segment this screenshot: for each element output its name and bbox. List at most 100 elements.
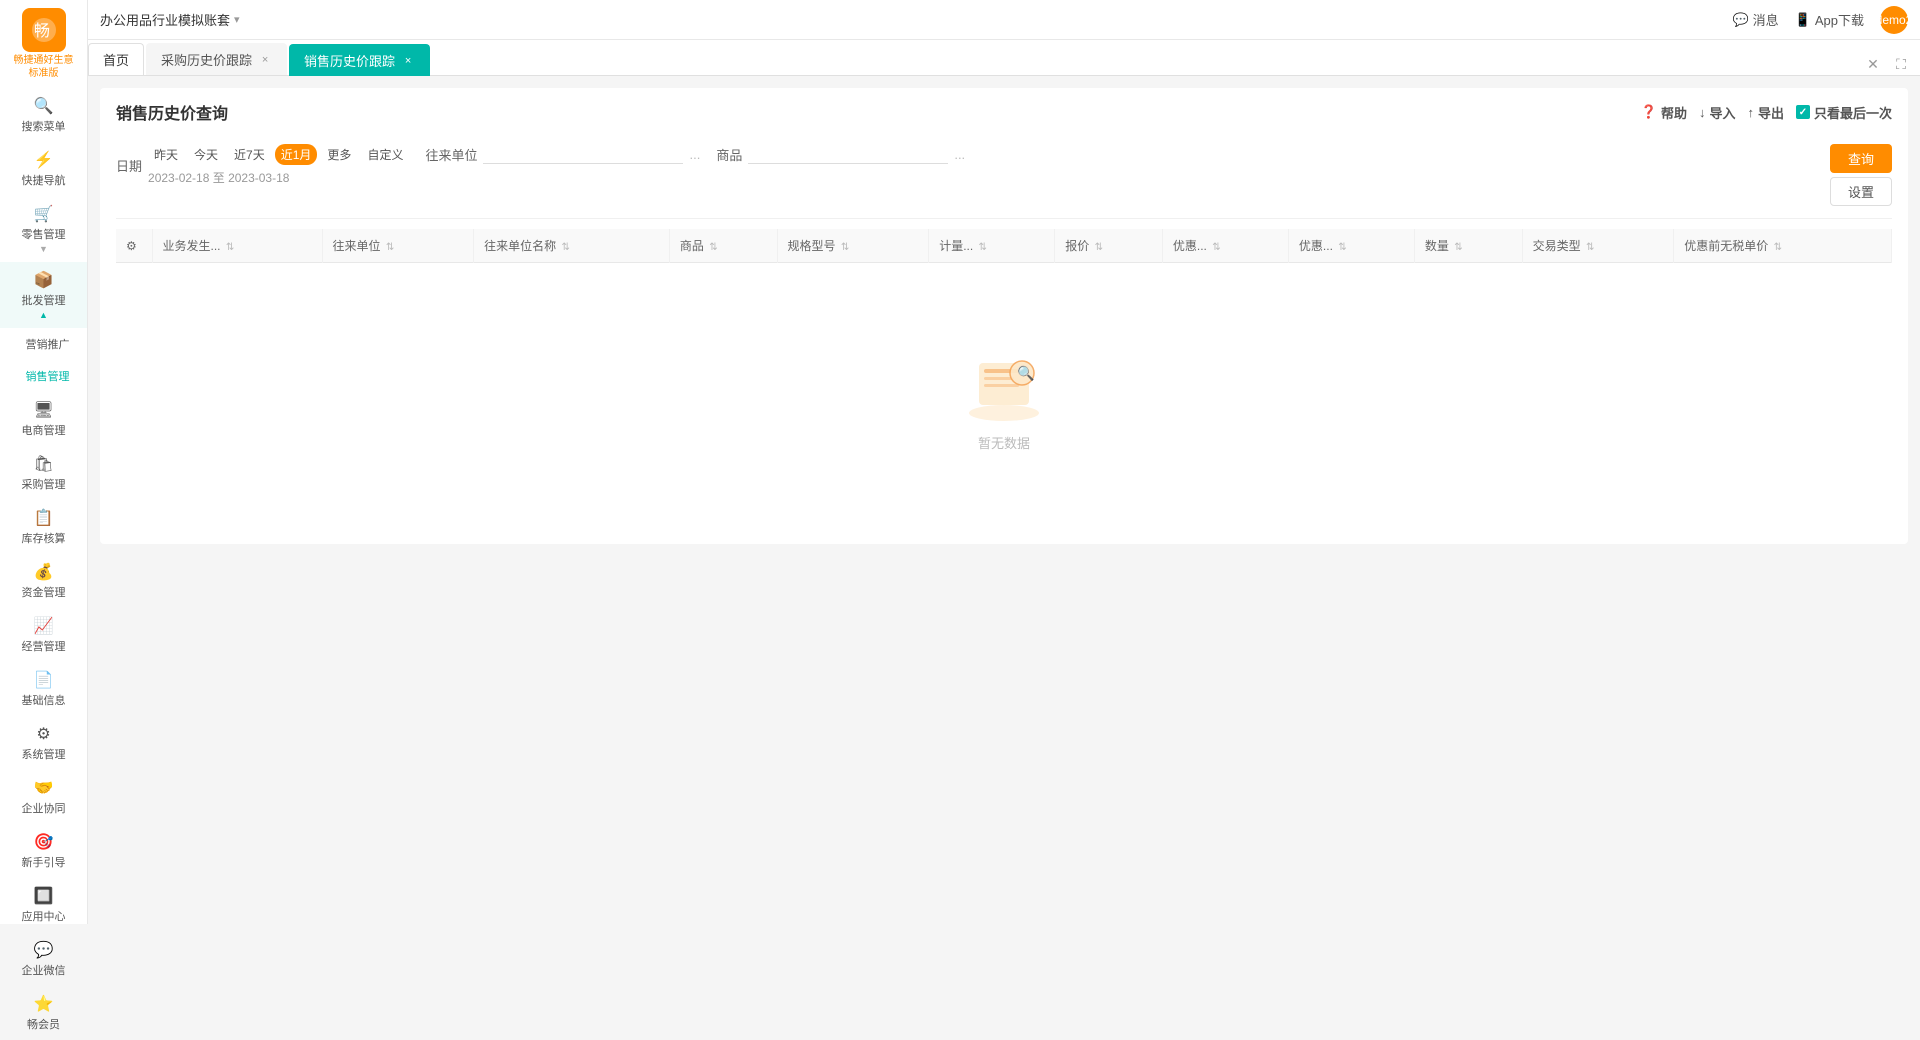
basic-icon: 📄 (34, 670, 54, 690)
col-qty[interactable]: 数量 ⇅ (1414, 229, 1522, 263)
col-discount2[interactable]: 优惠... ⇅ (1288, 229, 1414, 263)
sidebar-item-member[interactable]: ⭐ 畅会员 (0, 986, 87, 1040)
empty-illustration: 🔍 (954, 343, 1054, 423)
app-download-button[interactable]: 📱 App下载 (1795, 10, 1864, 29)
tab-sales-close[interactable]: × (401, 54, 415, 68)
sidebar-item-wholesale[interactable]: 📦 批发管理 ▲ (0, 262, 87, 328)
goods-label: 商品 (716, 145, 742, 164)
help-button[interactable]: ❓ 帮助 (1641, 103, 1687, 122)
export-button[interactable]: ↑ 导出 (1747, 103, 1784, 122)
date-btn-1month[interactable]: 近1月 (275, 144, 318, 165)
import-icon: ↓ (1699, 105, 1706, 120)
close-window-button[interactable]: ✕ (1862, 53, 1884, 75)
tab-home[interactable]: 首页 (88, 43, 144, 75)
sort-icon: ⇅ (1212, 242, 1220, 253)
empty-text: 暂无数据 (978, 433, 1030, 452)
sidebar-item-wechat[interactable]: 💬 企业微信 (0, 932, 87, 986)
sidebar-item-inventory[interactable]: 📋 库存核算 (0, 500, 87, 554)
table-wrapper: ⚙ 业务发生... ⇅ 往来单位 ⇅ 往来单位名称 (116, 229, 1892, 532)
col-unit[interactable]: 计量... ⇅ (929, 229, 1055, 263)
download-icon: 📱 (1795, 12, 1811, 28)
sidebar-item-shortcut[interactable]: ⚡ 快捷导航 (0, 142, 87, 196)
purchase-icon: 🛍 (33, 454, 53, 474)
message-icon: 💬 (1732, 12, 1748, 28)
window-controls: ✕ ⛶ (1854, 53, 1920, 75)
maximize-window-button[interactable]: ⛶ (1890, 53, 1912, 75)
sidebar-item-purchase[interactable]: 🛍 采购管理 (0, 446, 87, 500)
only-last-checkbox[interactable] (1796, 105, 1810, 119)
sort-icon: ⇅ (226, 242, 234, 253)
data-table: ⚙ 业务发生... ⇅ 往来单位 ⇅ 往来单位名称 (116, 229, 1892, 263)
user-avatar[interactable]: demo2 (1880, 6, 1908, 34)
page-title-actions: ❓ 帮助 ↓ 导入 ↑ 导出 只看最后一次 (1641, 103, 1892, 122)
only-last-checkbox-label[interactable]: 只看最后一次 (1796, 103, 1892, 122)
sidebar-item-operations[interactable]: 📈 经营管理 (0, 608, 87, 662)
date-filter-group: 日期 昨天 今天 近7天 近1月 更多 自定义 2023-02-18 至 202… (116, 144, 409, 186)
chevron-up-icon: ▲ (39, 310, 48, 320)
query-button[interactable]: 查询 (1830, 144, 1892, 173)
ecommerce-icon: 🖥 (33, 400, 53, 420)
filter-row: 日期 昨天 今天 近7天 近1月 更多 自定义 2023-02-18 至 202… (116, 136, 1892, 219)
system-icon: ⚙ (36, 724, 50, 744)
finance-icon: 💰 (34, 562, 54, 582)
partner-label: 往来单位 (425, 145, 477, 164)
col-goods[interactable]: 商品 ⇅ (669, 229, 777, 263)
date-btn-more[interactable]: 更多 (321, 144, 357, 165)
date-btn-today[interactable]: 今天 (188, 144, 224, 165)
col-settings-icon[interactable]: ⚙ (126, 239, 137, 253)
page-title-row: 销售历史价查询 ❓ 帮助 ↓ 导入 ↑ 导出 (116, 100, 1892, 124)
col-biz-date[interactable]: 业务发生... ⇅ (152, 229, 322, 263)
sidebar-item-basic[interactable]: 📄 基础信息 (0, 662, 87, 716)
sidebar-item-enterprise[interactable]: 🤝 企业协同 (0, 770, 87, 824)
sidebar-item-retail[interactable]: 🛒 零售管理 ▼ (0, 196, 87, 262)
settings-button[interactable]: 设置 (1830, 177, 1892, 206)
topbar-dropdown-icon[interactable]: ▾ (234, 13, 240, 26)
topbar-actions: 💬 消息 📱 App下载 demo2 (1732, 6, 1908, 34)
logo-icon: 畅 (22, 8, 66, 52)
wholesale-icon: 📦 (34, 270, 54, 290)
tab-purchase-close[interactable]: × (258, 53, 272, 67)
sort-icon: ⇅ (709, 242, 717, 253)
col-discount1[interactable]: 优惠... ⇅ (1162, 229, 1288, 263)
sidebar-item-guide[interactable]: 🎯 新手引导 (0, 824, 87, 878)
col-partner-code[interactable]: 往来单位 ⇅ (322, 229, 474, 263)
partner-dots-button[interactable]: ... (689, 147, 700, 162)
content-area: 销售历史价查询 ❓ 帮助 ↓ 导入 ↑ 导出 (88, 76, 1920, 924)
import-button[interactable]: ↓ 导入 (1699, 103, 1736, 122)
page-card: 销售历史价查询 ❓ 帮助 ↓ 导入 ↑ 导出 (100, 88, 1908, 544)
sidebar-item-marketing[interactable]: 营销推广 (0, 328, 87, 360)
shortcut-icon: ⚡ (34, 150, 54, 170)
sidebar-item-finance[interactable]: 💰 资金管理 (0, 554, 87, 608)
sort-icon: ⇅ (1454, 242, 1462, 253)
date-btn-yesterday[interactable]: 昨天 (148, 144, 184, 165)
help-icon: ❓ (1641, 104, 1657, 120)
col-price[interactable]: 报价 ⇅ (1055, 229, 1163, 263)
logo[interactable]: 畅 畅捷通好生意 标准版 (0, 0, 87, 88)
goods-dots-button[interactable]: ... (954, 147, 965, 162)
sort-icon: ⇅ (386, 242, 394, 253)
date-buttons: 昨天 今天 近7天 近1月 更多 自定义 (148, 144, 409, 165)
col-pretax-price[interactable]: 优惠前无税单价 ⇅ (1674, 229, 1892, 263)
topbar: 办公用品行业模拟账套 ▾ 💬 消息 📱 App下载 demo2 (88, 0, 1920, 40)
sort-icon: ⇅ (1095, 242, 1103, 253)
partner-input[interactable] (483, 144, 683, 164)
tab-sales[interactable]: 销售历史价跟踪 × (289, 44, 430, 76)
message-button[interactable]: 💬 消息 (1732, 10, 1778, 29)
goods-filter-group: 商品 ... (716, 144, 965, 164)
enterprise-icon: 🤝 (34, 778, 54, 798)
sort-icon: ⇅ (1586, 242, 1594, 253)
goods-input[interactable] (748, 144, 948, 164)
col-partner-name[interactable]: 往来单位名称 ⇅ (474, 229, 670, 263)
chevron-down-icon: ▼ (39, 244, 48, 254)
export-icon: ↑ (1747, 105, 1754, 120)
sidebar-item-sales[interactable]: 销售管理 (0, 360, 87, 392)
sidebar-item-system[interactable]: ⚙ 系统管理 (0, 716, 87, 770)
date-btn-custom[interactable]: 自定义 (361, 144, 409, 165)
sidebar-item-ecommerce[interactable]: 🖥 电商管理 (0, 392, 87, 446)
col-trade-type[interactable]: 交易类型 ⇅ (1522, 229, 1674, 263)
tab-purchase[interactable]: 采购历史价跟踪 × (146, 43, 287, 75)
filter-actions: 查询 设置 (1830, 144, 1892, 206)
date-btn-7days[interactable]: 近7天 (228, 144, 271, 165)
col-spec[interactable]: 规格型号 ⇅ (777, 229, 929, 263)
sidebar-item-search[interactable]: 🔍 搜索菜单 (0, 88, 87, 142)
